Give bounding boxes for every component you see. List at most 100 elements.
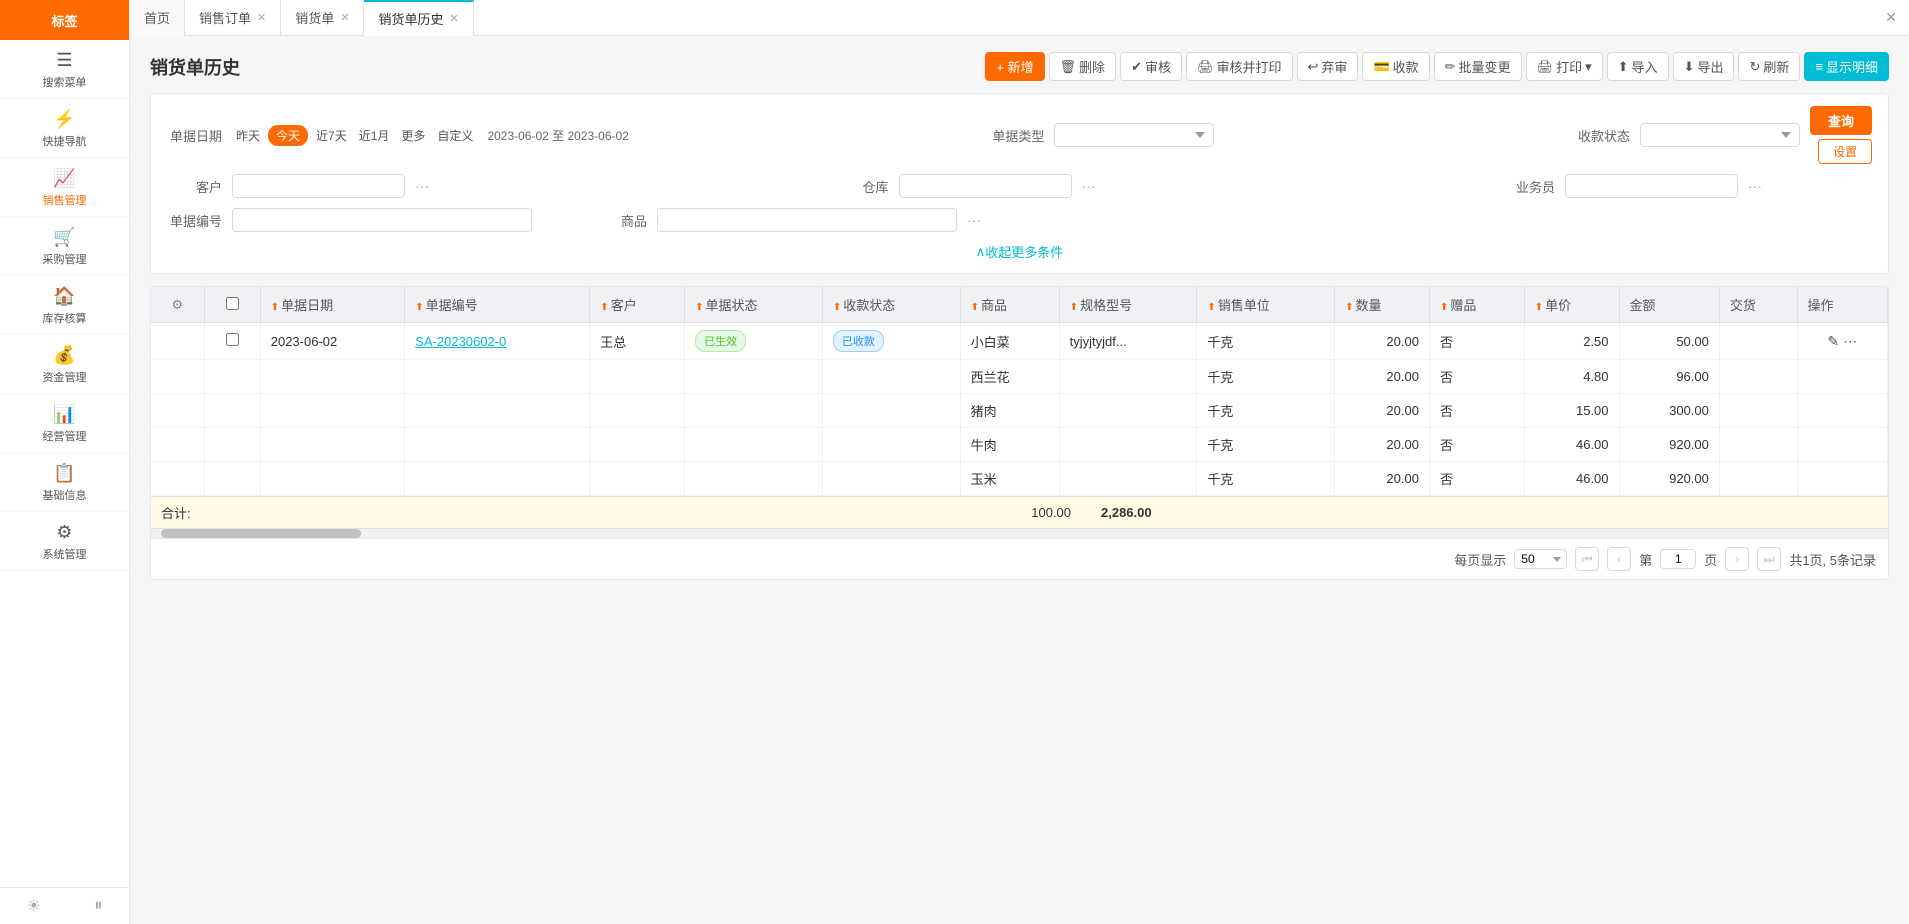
col-collect-status[interactable]: ⬆收款状态 <box>822 287 960 323</box>
row-gear <box>151 394 204 428</box>
horizontal-scrollbar[interactable] <box>151 528 1888 538</box>
col-unit[interactable]: ⬆销售单位 <box>1197 287 1335 323</box>
tab-sales-history-close[interactable]: ✕ <box>450 12 459 25</box>
row-checkbox[interactable] <box>204 360 260 394</box>
date-1month-btn[interactable]: 近1月 <box>355 125 394 146</box>
set-button[interactable]: 设置 <box>1818 139 1872 164</box>
tab-home[interactable]: 首页 <box>130 0 185 36</box>
date-more-btn[interactable]: 更多 <box>397 125 429 146</box>
row-qty: 20.00 <box>1335 462 1430 496</box>
sidebar-item-sys-mgmt[interactable]: ⚙ 系统管理 <box>0 512 129 571</box>
sidebar-item-search-menu[interactable]: ☰ 搜索菜单 <box>0 40 129 99</box>
tab-sales-delivery[interactable]: 销货单 ✕ <box>281 0 364 36</box>
tab-sales-history[interactable]: 销货单历史 ✕ <box>364 0 473 36</box>
tab-sales-delivery-close[interactable]: ✕ <box>340 11 349 24</box>
sidebar-item-quick-nav[interactable]: ⚡ 快捷导航 <box>0 99 129 158</box>
new-button[interactable]: + 新增 <box>985 52 1044 81</box>
show-detail-button[interactable]: ≡ 显示明细 <box>1804 52 1889 81</box>
warehouse-dots[interactable]: ··· <box>1082 178 1096 194</box>
row-checkbox[interactable] <box>204 394 260 428</box>
current-page-input[interactable] <box>1660 549 1696 569</box>
col-doc-no[interactable]: ⬆单据编号 <box>405 287 590 323</box>
batch-change-icon: ✏ <box>1445 59 1456 75</box>
print-button[interactable]: 🖨 打印 ▾ <box>1526 52 1603 81</box>
doc-no-link[interactable]: SA-20230602-0 <box>415 334 506 349</box>
audit-button[interactable]: ✔ 审核 <box>1120 52 1182 81</box>
row-amount: 920.00 <box>1619 462 1719 496</box>
row-gear <box>151 462 204 496</box>
sidebar-item-label: 快捷导航 <box>43 133 87 149</box>
col-spec[interactable]: ⬆规格型号 <box>1059 287 1197 323</box>
warehouse-label: 仓库 <box>834 177 889 196</box>
sidebar-bottom-icon-2[interactable]: ⏸ <box>94 897 102 915</box>
col-qty[interactable]: ⬆数量 <box>1335 287 1430 323</box>
filter-panel: 单据日期 昨天 今天 近7天 近1月 更多 自定义 2023-06-02 至 2… <box>150 93 1889 274</box>
first-page-btn[interactable]: ⏮ <box>1575 547 1599 571</box>
abandon-button[interactable]: ↩ 弃审 <box>1297 52 1359 81</box>
row-select-checkbox[interactable] <box>226 333 239 346</box>
collapse-up-icon: ∧ <box>976 244 986 260</box>
tab-bar-close-all[interactable]: ✕ <box>1873 9 1909 26</box>
doc-no-input[interactable] <box>232 208 532 232</box>
last-page-btn[interactable]: ⏭ <box>1757 547 1781 571</box>
col-doc-status[interactable]: ⬆单据状态 <box>685 287 823 323</box>
sidebar-bottom-icon-1[interactable]: ☀ <box>27 896 41 916</box>
customer-input[interactable] <box>232 174 405 198</box>
audit-print-button[interactable]: 🖨 审核并打印 <box>1186 52 1293 81</box>
col-gift[interactable]: ⬆赠品 <box>1429 287 1524 323</box>
col-unit-price[interactable]: ⬆单价 <box>1524 287 1619 323</box>
audit-icon: ✔ <box>1131 59 1142 75</box>
warehouse-input[interactable] <box>899 174 1072 198</box>
row-gear <box>151 323 204 360</box>
sidebar-item-inventory[interactable]: 🏠 库存核算 <box>0 276 129 335</box>
sidebar-item-operations[interactable]: 📊 经营管理 <box>0 394 129 453</box>
sidebar-item-finance[interactable]: 💰 资金管理 <box>0 335 129 394</box>
sidebar-item-purchase[interactable]: 🛒 采购管理 <box>0 217 129 276</box>
import-button[interactable]: ⬆ 导入 <box>1607 52 1669 81</box>
prev-page-btn[interactable]: ‹ <box>1607 547 1631 571</box>
row-unit: 千克 <box>1197 428 1335 462</box>
col-doc-date[interactable]: ⬆单据日期 <box>260 287 404 323</box>
delete-button[interactable]: 🗑 删除 <box>1049 52 1117 81</box>
print-dropdown-icon: ▾ <box>1585 59 1592 75</box>
salesman-input[interactable] <box>1565 174 1738 198</box>
col-goods[interactable]: ⬆商品 <box>960 287 1059 323</box>
select-all-checkbox[interactable] <box>226 297 239 310</box>
tab-sales-order[interactable]: 销售订单 ✕ <box>185 0 281 36</box>
more-action-btn[interactable]: ⋯ <box>1843 333 1857 349</box>
salesman-dots[interactable]: ··· <box>1748 178 1762 194</box>
edit-action-btn[interactable]: ✎ <box>1827 333 1839 349</box>
page-size-select[interactable]: 50 100 200 <box>1514 549 1567 569</box>
query-button[interactable]: 查询 <box>1810 106 1872 135</box>
sidebar-item-basic-info[interactable]: 📋 基础信息 <box>0 453 129 512</box>
row-checkbox[interactable] <box>204 462 260 496</box>
collect-icon: 💳 <box>1373 59 1389 75</box>
tab-sales-order-close[interactable]: ✕ <box>257 11 266 24</box>
refresh-button[interactable]: ↻ 刷新 <box>1738 52 1800 81</box>
row-checkbox[interactable] <box>204 323 260 360</box>
batch-change-button[interactable]: ✏ 批量变更 <box>1434 52 1522 81</box>
date-today-btn[interactable]: 今天 <box>268 125 308 146</box>
date-7days-btn[interactable]: 近7天 <box>312 125 351 146</box>
date-yesterday-btn[interactable]: 昨天 <box>232 125 264 146</box>
collect-status-select[interactable] <box>1640 123 1800 147</box>
doc-type-select[interactable] <box>1054 123 1214 147</box>
customer-dots[interactable]: ··· <box>415 178 429 194</box>
sidebar-item-sales[interactable]: 📈 销售管理 <box>0 158 129 217</box>
export-button[interactable]: ⬇ 导出 <box>1673 52 1735 81</box>
collapse-button[interactable]: ∧ 收起更多条件 <box>167 242 1872 261</box>
row-goods: 猪肉 <box>960 394 1059 428</box>
row-checkbox[interactable] <box>204 428 260 462</box>
col-customer[interactable]: ⬆客户 <box>590 287 685 323</box>
row-spec <box>1059 428 1197 462</box>
purchase-icon: 🛒 <box>53 227 75 248</box>
goods-input[interactable] <box>657 208 957 232</box>
date-custom-btn[interactable]: 自定义 <box>433 125 477 146</box>
row-gift: 否 <box>1429 462 1524 496</box>
next-page-btn[interactable]: › <box>1725 547 1749 571</box>
goods-dots[interactable]: ··· <box>967 212 981 228</box>
row-action: ✎⋯ <box>1797 323 1887 360</box>
sidebar-logo: 标签 <box>0 0 129 40</box>
collect-button[interactable]: 💳 收款 <box>1362 52 1429 81</box>
col-gear[interactable]: ⚙ <box>151 287 204 323</box>
